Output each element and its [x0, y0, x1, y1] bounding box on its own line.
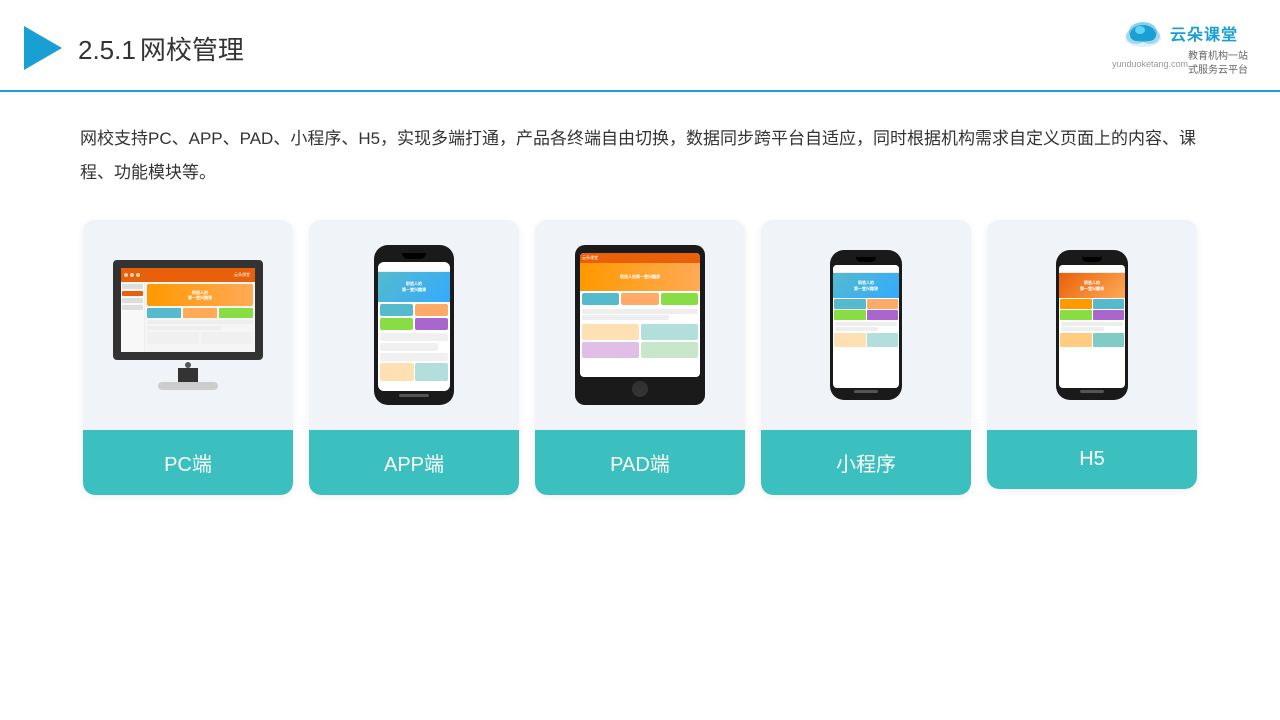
logo-text: 云朵课堂: [1170, 21, 1238, 45]
description-content: 网校支持PC、APP、PAD、小程序、H5，实现多端打通，产品各终端自由切换，数…: [80, 129, 1196, 182]
phone-screen: 职逃人的第一堂兴趣课: [378, 262, 450, 391]
title-prefix: 2.5.1: [78, 35, 136, 65]
title-main: 网校管理: [140, 35, 244, 65]
phone-home-bar: [399, 394, 429, 397]
h5-phone-mockup: 职逃人的第一堂兴趣课: [1056, 250, 1128, 400]
h5-card: 职逃人的第一堂兴趣课: [987, 220, 1197, 489]
app-label: APP端: [309, 430, 519, 495]
header-left: 2.5.1网校管理: [24, 26, 248, 70]
mini-phone-screen: 职逃人的第一堂兴趣课: [833, 265, 899, 388]
logo-subtitle-2: 式服务云平台: [1188, 64, 1248, 78]
pad-image-area: 云朵课堂 职逃人的第一堂兴趣课: [535, 220, 745, 430]
phone-notch: [402, 253, 426, 259]
app-phone-mockup: 职逃人的第一堂兴趣课: [374, 245, 454, 405]
pc-monitor-icon: 云朵课堂: [113, 260, 263, 390]
tablet-mockup: 云朵课堂 职逃人的第一堂兴趣课: [575, 245, 705, 405]
logo-subtitle-1: 教育机构一站: [1188, 50, 1248, 64]
h5-label: H5: [987, 430, 1197, 489]
logo-cloud: 云朵课堂: [1122, 18, 1238, 48]
miniapp-image-area: 职逃人的第一堂兴趣课: [761, 220, 971, 430]
page-header: 2.5.1网校管理 云朵课堂 yunduoketang.com 教育机构一站: [0, 0, 1280, 92]
pad-card: 云朵课堂 职逃人的第一堂兴趣课: [535, 220, 745, 495]
mini-phone-notch: [856, 257, 876, 262]
cloud-logo-icon: [1122, 18, 1164, 48]
pc-card: 云朵课堂: [83, 220, 293, 495]
pc-label: PC端: [83, 430, 293, 495]
monitor-screen: 云朵课堂: [113, 260, 263, 360]
h5-image-area: 职逃人的第一堂兴趣课: [987, 220, 1197, 430]
device-cards-container: 云朵课堂: [0, 200, 1280, 525]
app-image-area: 职逃人的第一堂兴趣课: [309, 220, 519, 430]
logo-url: yunduoketang.com: [1112, 59, 1188, 69]
h5-phone-screen: 职逃人的第一堂兴趣课: [1059, 265, 1125, 388]
play-icon: [24, 26, 62, 70]
h5-phone-bar: [1080, 390, 1104, 393]
miniapp-phone-mockup: 职逃人的第一堂兴趣课: [830, 250, 902, 400]
tablet-screen: 云朵课堂 职逃人的第一堂兴趣课: [580, 253, 700, 377]
page-title: 2.5.1网校管理: [78, 30, 248, 67]
miniapp-label: 小程序: [761, 430, 971, 495]
app-card: 职逃人的第一堂兴趣课: [309, 220, 519, 495]
mini-phone-bar: [854, 390, 878, 393]
h5-phone-notch: [1082, 257, 1102, 262]
logo-area: 云朵课堂 yunduoketang.com 教育机构一站 式服务云平台: [1112, 18, 1248, 78]
pad-label: PAD端: [535, 430, 745, 495]
pc-image-area: 云朵课堂: [83, 220, 293, 430]
description-text: 网校支持PC、APP、PAD、小程序、H5，实现多端打通，产品各终端自由切换，数…: [0, 92, 1280, 200]
tablet-home-button: [632, 381, 648, 397]
miniapp-card: 职逃人的第一堂兴趣课: [761, 220, 971, 495]
